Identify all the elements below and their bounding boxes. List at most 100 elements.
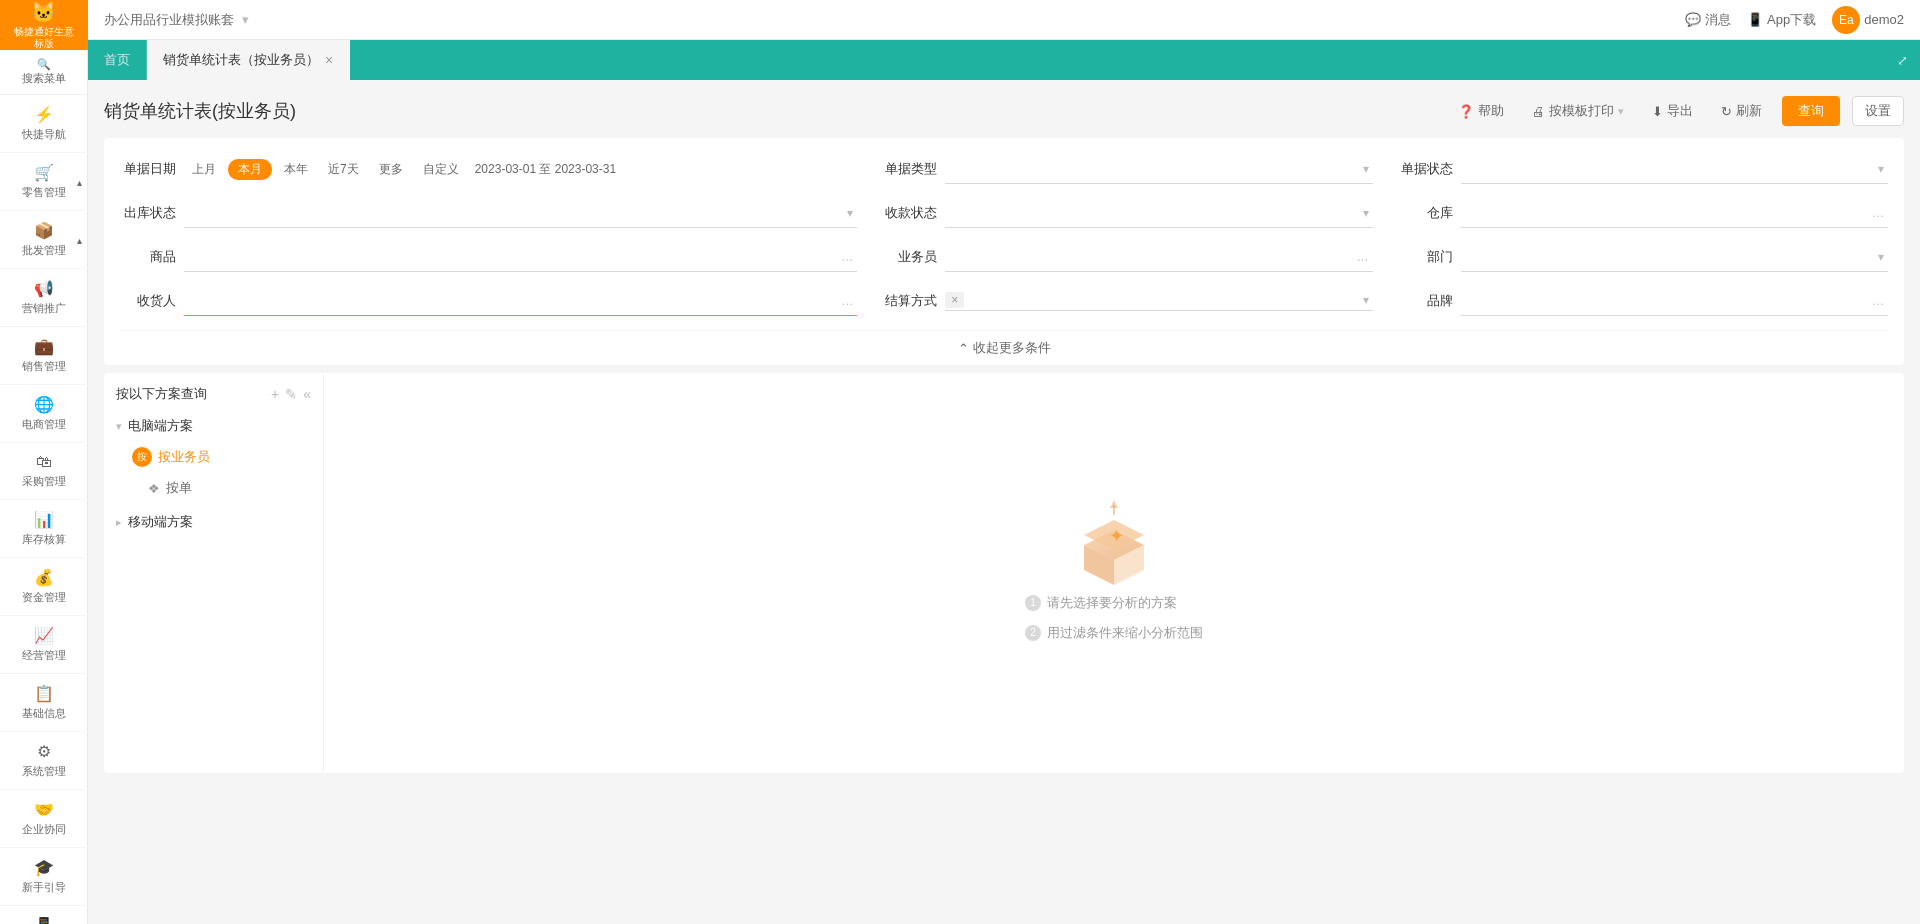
sidebar-item-newbie[interactable]: 🎓 新手引导 [0, 848, 88, 906]
sidebar-item-finance[interactable]: 💰 资金管理 [0, 558, 88, 616]
salesperson-suffix: … [1357, 250, 1369, 264]
recipient-input[interactable] [184, 286, 857, 316]
collapse-panel-btn[interactable]: « [303, 386, 311, 402]
right-panel: ✦ 1 请先选择要分析的方案 2 用过滤条件来缩小分析范围 [324, 373, 1904, 773]
add-scheme-btn[interactable]: + [271, 386, 279, 402]
enterprise-icon: 🤝 [34, 800, 54, 819]
filter-section: 单据日期 上月 本月 本年 近7天 更多 自定义 2023-03-01 至 20… [104, 138, 1904, 365]
export-btn[interactable]: ⬇ 导出 [1644, 98, 1701, 124]
settings-btn[interactable]: 设置 [1852, 96, 1904, 126]
inventory-icon: 📊 [34, 510, 54, 529]
sidebar-item-marketing-label: 营销推广 [22, 301, 66, 316]
sidebar-item-enterprise[interactable]: 🤝 企业协同 [0, 790, 88, 848]
sidebar-search-label: 搜索菜单 [22, 71, 66, 86]
tab-expand[interactable]: ⤢ [1885, 53, 1920, 68]
search-icon: 🔍 [37, 58, 51, 71]
empty-tips: 1 请先选择要分析的方案 2 用过滤条件来缩小分析范围 [1025, 590, 1203, 646]
sidebar-item-wholesale[interactable]: 📦 批发管理 ▴ [0, 211, 88, 269]
sidebar-item-retail-label: 零售管理 [22, 185, 66, 200]
sidebar-item-system[interactable]: ⚙ 系统管理 [0, 732, 88, 790]
scheme-group-desktop: ▾ 电脑端方案 按 按业务员 ❖ 按单 [104, 411, 323, 503]
doctype-input[interactable] [945, 154, 1372, 184]
quicknav-icon: ⚡ [34, 105, 54, 124]
date-btn-custom[interactable]: 自定义 [415, 159, 467, 180]
retail-arrow: ▴ [77, 176, 82, 187]
department-input[interactable] [1461, 242, 1888, 272]
print-btn[interactable]: 🖨 按模板打印 ▾ [1524, 98, 1632, 124]
user-name: demo2 [1864, 12, 1904, 27]
settlement-tag-close[interactable]: × [951, 293, 958, 307]
sidebar-item-appcenter[interactable]: 📱 应用中心 [0, 906, 88, 924]
warehouse-input-wrapper: … [1461, 198, 1888, 228]
date-btn-thisyear[interactable]: 本年 [276, 159, 316, 180]
empty-state: ✦ 1 请先选择要分析的方案 2 用过滤条件来缩小分析范围 [1025, 440, 1203, 706]
date-btn-7days[interactable]: 近7天 [320, 159, 367, 180]
scheme-item-salesperson[interactable]: 按 按业务员 [104, 441, 323, 473]
sidebar-item-operations-label: 经营管理 [22, 648, 66, 663]
filter-row-3: 商品 … 业务员 … 部门 [120, 242, 1888, 272]
help-icon: ❓ [1458, 104, 1474, 119]
sidebar-item-sales[interactable]: 💼 销售管理 [0, 327, 88, 385]
app-download-icon: 📱 [1747, 12, 1763, 27]
date-btn-lastmonth[interactable]: 上月 [184, 159, 224, 180]
page-title-row: 销货单统计表(按业务员) ❓ 帮助 🖨 按模板打印 ▾ ⬇ 导出 ↻ 刷新 [104, 96, 1904, 126]
refresh-icon: ↻ [1721, 104, 1732, 119]
refresh-btn[interactable]: ↻ 刷新 [1713, 98, 1770, 124]
tip-text-2: 用过滤条件来缩小分析范围 [1047, 620, 1203, 646]
warehouse-input[interactable] [1461, 198, 1888, 228]
paymentstatus-input[interactable] [945, 198, 1372, 228]
sidebar-item-quicknav[interactable]: ⚡ 快捷导航 [0, 95, 88, 153]
sidebar-item-purchase[interactable]: 🛍 采购管理 [0, 443, 88, 500]
refresh-label: 刷新 [1736, 102, 1762, 120]
filter-row-4: 收货人 … 结算方式 × ▾ [120, 286, 1888, 316]
appcenter-icon: 📱 [34, 916, 54, 924]
logo-icon: 🐱 [31, 0, 56, 24]
settlement-label: 结算方式 [881, 292, 937, 310]
brand-input[interactable] [1461, 286, 1888, 316]
tab-home[interactable]: 首页 [88, 40, 147, 80]
purchase-icon: 🛍 [36, 453, 52, 471]
tab-close-icon[interactable]: × [325, 53, 333, 67]
date-btn-thismonth[interactable]: 本月 [228, 159, 272, 180]
app-download-btn[interactable]: 📱 App下载 [1747, 11, 1816, 29]
print-icon: 🖨 [1532, 104, 1545, 119]
query-btn[interactable]: 查询 [1782, 96, 1840, 126]
sidebar-item-marketing[interactable]: 📢 营销推广 [0, 269, 88, 327]
sidebar-item-operations[interactable]: 📈 经营管理 [0, 616, 88, 674]
sidebar-item-retail[interactable]: 🛒 零售管理 ▴ [0, 153, 88, 211]
outstatus-input[interactable] [184, 198, 857, 228]
basic-icon: 📋 [34, 684, 54, 703]
docstatus-input[interactable] [1461, 154, 1888, 184]
sidebar-item-ecommerce[interactable]: 🌐 电商管理 [0, 385, 88, 443]
sidebar-item-inventory[interactable]: 📊 库存核算 [0, 500, 88, 558]
message-label: 消息 [1705, 11, 1731, 29]
paymentstatus-select-wrapper: ▾ [945, 198, 1372, 228]
sidebar-logo[interactable]: 🐱 畅捷通好生意 标版 [0, 0, 88, 50]
warehouse-suffix: … [1872, 206, 1884, 220]
scheme-group-desktop-title[interactable]: ▾ 电脑端方案 [104, 411, 323, 441]
wholesale-icon: 📦 [34, 221, 54, 240]
filter-docstatus: 单据状态 ▾ [1397, 154, 1888, 184]
scheme-group-mobile-title[interactable]: ▸ 移动端方案 [104, 507, 323, 537]
filter-date: 单据日期 上月 本月 本年 近7天 更多 自定义 2023-03-01 至 20… [120, 159, 857, 180]
collapse-label: 收起更多条件 [973, 339, 1051, 357]
salesperson-input[interactable] [945, 242, 1372, 272]
tab-sales-stats[interactable]: 销货单统计表（按业务员） × [147, 40, 350, 80]
user-menu[interactable]: Ea demo2 [1832, 6, 1904, 34]
settlement-tag: × [945, 292, 964, 308]
scheme-item-order[interactable]: ❖ 按单 [104, 473, 323, 503]
collapse-btn[interactable]: ⌃ 收起更多条件 [958, 331, 1051, 365]
topbar-title: 办公用品行业模拟账套 [104, 11, 234, 29]
topbar-dropdown-arrow[interactable]: ▾ [242, 12, 249, 27]
sidebar-search[interactable]: 🔍 搜索菜单 [0, 50, 88, 95]
goods-input[interactable] [184, 242, 857, 272]
help-btn[interactable]: ❓ 帮助 [1450, 98, 1512, 124]
sidebar-item-basic[interactable]: 📋 基础信息 [0, 674, 88, 732]
message-btn[interactable]: 💬 消息 [1685, 11, 1731, 29]
export-label: 导出 [1667, 102, 1693, 120]
date-range-text: 2023-03-01 至 2023-03-31 [475, 161, 616, 178]
date-btn-more[interactable]: 更多 [371, 159, 411, 180]
filter-warehouse: 仓库 … [1397, 198, 1888, 228]
edit-scheme-btn[interactable]: ✎ [285, 386, 297, 402]
content-area: 按以下方案查询 + ✎ « ▾ 电脑端方案 按 [104, 373, 1904, 773]
